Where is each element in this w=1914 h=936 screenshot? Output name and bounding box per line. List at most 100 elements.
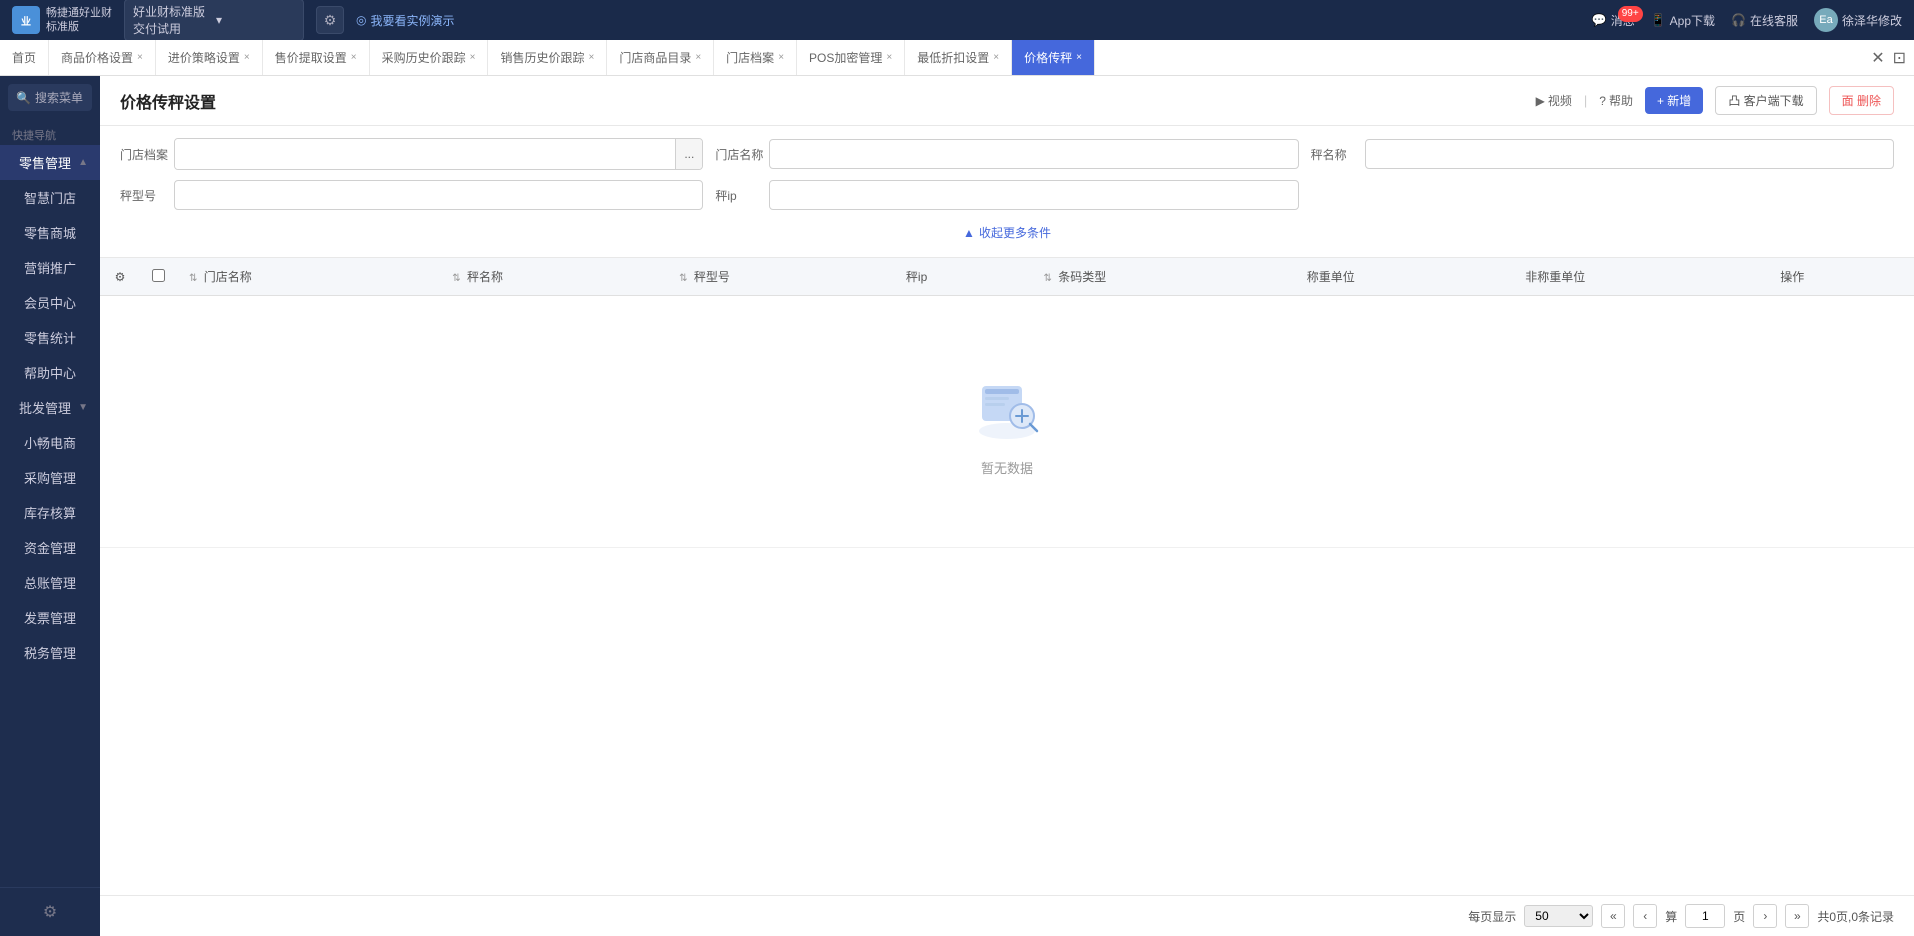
th-store-name[interactable]: 门店名称: [177, 258, 440, 296]
tab-min-discount[interactable]: 最低折扣设置 ×: [905, 40, 1012, 75]
table-body: 暂无数据: [100, 296, 1914, 548]
help-link[interactable]: ? 帮助: [1599, 92, 1633, 109]
video-icon: ▶: [1536, 94, 1545, 108]
next-page-button[interactable]: ›: [1753, 904, 1777, 928]
tab-purchase-history[interactable]: 采购历史价跟踪 ×: [370, 40, 489, 75]
th-scale-name[interactable]: 秤名称: [440, 258, 667, 296]
store-name-label: 门店名称: [715, 146, 763, 163]
tab-close-store-catalog[interactable]: ×: [695, 52, 701, 63]
filter-row-1: 门店档案 ... 门店名称 秤名称: [120, 138, 1894, 170]
app-download-button[interactable]: 📱 App下载: [1651, 12, 1715, 29]
select-all-checkbox[interactable]: [152, 269, 165, 282]
tab-close-pos-manage[interactable]: ×: [886, 52, 892, 63]
sidebar-item-finance[interactable]: 资金管理: [0, 530, 100, 565]
top-header: 业 畅捷通好业财 标准版 好业财标准版交付试用 ▾ ⚙ ◎ 我要看实例演示 💬 …: [0, 0, 1914, 40]
sidebar-item-retail[interactable]: 零售管理 ▲: [0, 145, 100, 180]
sidebar-item-retail-mall[interactable]: 零售商城: [0, 215, 100, 250]
tab-bar: 首页 商品价格设置 × 进价策略设置 × 售价提取设置 × 采购历史价跟踪 × …: [0, 40, 1914, 76]
store-profile-ellipsis-btn[interactable]: ...: [675, 139, 702, 169]
store-profile-input[interactable]: [175, 139, 675, 169]
filter-row-2: 秤型号 秤ip: [120, 180, 1894, 210]
sidebar-settings-button[interactable]: ⚙: [8, 896, 92, 928]
th-weight-unit: 称重单位: [1295, 258, 1514, 296]
empty-state: 暂无数据: [112, 306, 1902, 537]
tab-close-sale-history[interactable]: ×: [588, 52, 594, 63]
per-page-label: 每页显示: [1468, 908, 1516, 925]
delete-button[interactable]: 面 删除: [1829, 86, 1894, 115]
tab-store-catalog[interactable]: 门店商品目录 ×: [607, 40, 714, 75]
sidebar-item-member[interactable]: 会员中心: [0, 285, 100, 320]
version-selector[interactable]: 好业财标准版交付试用 ▾: [124, 0, 304, 41]
store-name-input[interactable]: [769, 139, 1298, 169]
tab-close-current[interactable]: ✕: [1871, 48, 1884, 68]
download-client-button[interactable]: 凸 客户端下载: [1715, 86, 1816, 115]
tab-home[interactable]: 首页: [0, 40, 49, 75]
scale-name-input[interactable]: [1365, 139, 1894, 169]
th-scale-model[interactable]: 秤型号: [667, 258, 894, 296]
tab-close-min-discount[interactable]: ×: [993, 52, 999, 63]
settings-button[interactable]: ⚙: [316, 6, 344, 34]
sidebar-item-general-ledger[interactable]: 总账管理: [0, 565, 100, 600]
scale-model-input[interactable]: [174, 180, 703, 210]
collapse-icon: ▲: [963, 226, 975, 240]
search-icon: 🔍: [16, 91, 31, 105]
sidebar-search-button[interactable]: 🔍 搜索菜单: [8, 84, 92, 111]
first-page-button[interactable]: «: [1601, 904, 1625, 928]
tab-close-sale-price[interactable]: ×: [351, 52, 357, 63]
total-label: 共0页,0条记录: [1817, 908, 1894, 925]
prev-page-button[interactable]: ‹: [1633, 904, 1657, 928]
tab-expand[interactable]: ⊡: [1893, 48, 1906, 68]
page-actions: ▶ 视频 | ? 帮助 + 新增 凸 客户端下载 面 删除: [1536, 86, 1894, 115]
table-header-row: ⚙ 门店名称 秤名称 秤型号: [100, 258, 1914, 296]
sidebar-item-smart-store[interactable]: 智慧门店: [0, 180, 100, 215]
separator: |: [1584, 93, 1587, 108]
tab-close-price-settings[interactable]: ×: [137, 52, 143, 63]
tab-close-store-profile[interactable]: ×: [778, 52, 784, 63]
sidebar-search-area: 🔍 搜索菜单: [0, 76, 100, 119]
th-barcode-type[interactable]: 条码类型: [1032, 258, 1295, 296]
add-button[interactable]: + 新增: [1645, 87, 1703, 114]
notifications-button[interactable]: 💬 消息 99+: [1592, 12, 1635, 29]
tab-close-price-scale[interactable]: ×: [1076, 52, 1082, 63]
tab-close-purchase-history[interactable]: ×: [470, 52, 476, 63]
avatar: Ea: [1814, 8, 1838, 32]
sidebar-item-tax[interactable]: 税务管理: [0, 635, 100, 670]
tab-close-purchase-strategy[interactable]: ×: [244, 52, 250, 63]
per-page-select[interactable]: 10 20 50 100: [1524, 905, 1593, 927]
sidebar-item-help[interactable]: 帮助中心: [0, 355, 100, 390]
gear-icon: ⚙: [43, 904, 57, 921]
scale-model-label: 秤型号: [120, 187, 168, 204]
tab-sale-price[interactable]: 售价提取设置 ×: [263, 40, 370, 75]
tab-pos-manage[interactable]: POS加密管理 ×: [797, 40, 905, 75]
sidebar-item-purchase[interactable]: 采购管理: [0, 460, 100, 495]
last-page-button[interactable]: »: [1785, 904, 1809, 928]
demo-link[interactable]: ◎ 我要看实例演示: [356, 12, 455, 29]
sidebar-item-wholesale[interactable]: 批发管理 ▼: [0, 390, 100, 425]
sidebar-item-xiaochange[interactable]: 小畅电商: [0, 425, 100, 460]
tab-price-scale[interactable]: 价格传秤 ×: [1012, 40, 1095, 75]
sidebar-item-retail-stats[interactable]: 零售统计: [0, 320, 100, 355]
tab-price-settings[interactable]: 商品价格设置 ×: [49, 40, 156, 75]
tab-sale-history[interactable]: 销售历史价跟踪 ×: [488, 40, 607, 75]
th-scale-ip: 秤ip: [894, 258, 1032, 296]
page-number-input[interactable]: [1685, 904, 1725, 928]
video-link[interactable]: ▶ 视频: [1536, 92, 1572, 109]
filter-store-profile: 门店档案 ...: [120, 138, 703, 170]
th-checkbox: [140, 258, 177, 296]
sidebar-item-marketing[interactable]: 营销推广: [0, 250, 100, 285]
collapse-button[interactable]: ▲ 收起更多条件: [120, 220, 1894, 245]
filter-area: 门店档案 ... 门店名称 秤名称 秤型号: [100, 126, 1914, 258]
tab-store-profile[interactable]: 门店档案 ×: [714, 40, 797, 75]
sidebar: 🔍 搜索菜单 快捷导航 零售管理 ▲ 智慧门店 零售商城 营销推广 会员中心: [0, 76, 100, 936]
content-area: 价格传秤设置 ▶ 视频 | ? 帮助 + 新增 凸 客户端下载 面 删除: [100, 76, 1914, 936]
user-menu[interactable]: Ea 徐泽华修改: [1814, 8, 1902, 32]
th-settings[interactable]: ⚙: [100, 258, 140, 296]
tab-purchase-strategy[interactable]: 进价策略设置 ×: [156, 40, 263, 75]
empty-state-row: 暂无数据: [100, 296, 1914, 548]
sidebar-item-invoice[interactable]: 发票管理: [0, 600, 100, 635]
online-support-button[interactable]: 🎧 在线客服: [1731, 12, 1798, 29]
scale-ip-input[interactable]: [769, 180, 1298, 210]
logo-icon: 业: [12, 6, 40, 34]
empty-text: 暂无数据: [981, 458, 1033, 477]
sidebar-item-inventory[interactable]: 库存核算: [0, 495, 100, 530]
